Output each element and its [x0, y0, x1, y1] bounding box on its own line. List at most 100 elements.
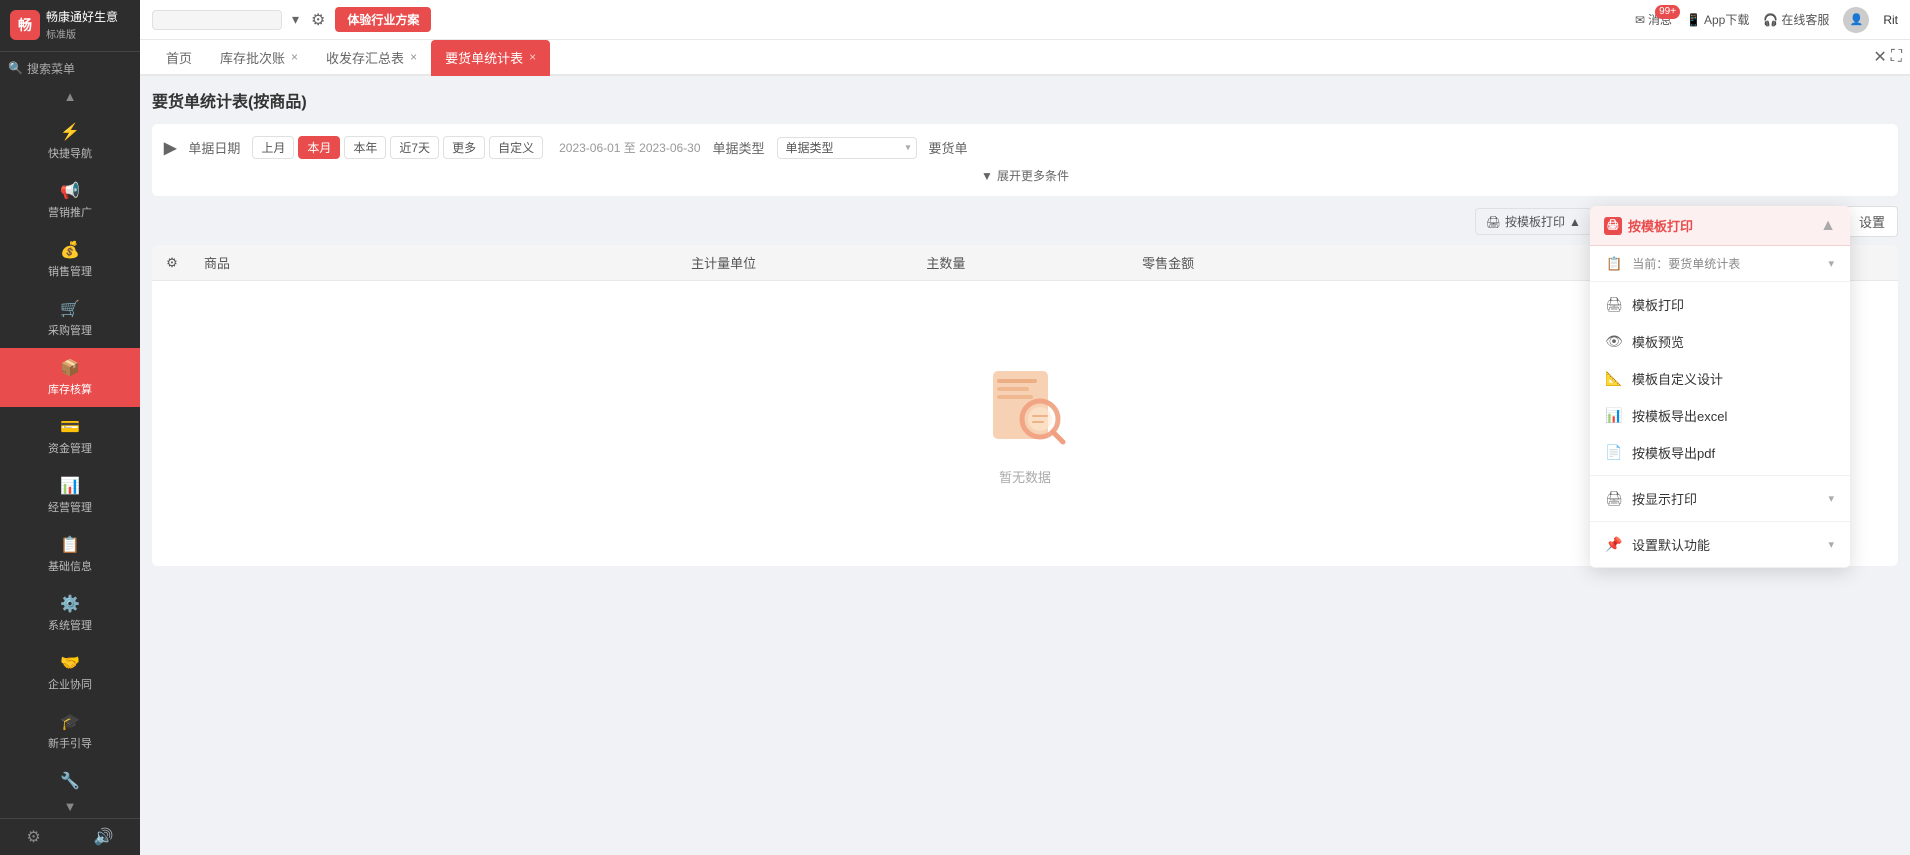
- tab-inventory-batch-close[interactable]: ×: [291, 50, 298, 64]
- app-download-btn[interactable]: 📱 App下载: [1686, 11, 1749, 28]
- setting-btn[interactable]: 设置: [1846, 206, 1898, 237]
- download-icon: 📱: [1686, 13, 1701, 27]
- sidebar-item-label: 采购管理: [48, 322, 92, 338]
- avatar-icon: 👤: [1849, 13, 1863, 26]
- sidebar-item-apps[interactable]: 🔧 应用中心: [0, 761, 140, 795]
- dropdown-section-items: 🖨 模板打印 👁 模板预览 📐 模板自定义设计 📊 按模板导出excel 📄: [1590, 282, 1850, 476]
- custom-btn[interactable]: 自定义: [489, 136, 543, 159]
- col-unit: 主计量单位: [613, 253, 835, 272]
- finance-icon: 💳: [60, 417, 80, 437]
- tab-collection-summary[interactable]: 收发存汇总表 ×: [312, 40, 431, 77]
- tab-inventory-batch[interactable]: 库存批次账 ×: [206, 40, 312, 77]
- dropdown-item-template-design[interactable]: 📐 模板自定义设计: [1590, 360, 1850, 397]
- dropdown-close-btn[interactable]: ▲: [1820, 217, 1836, 235]
- sidebar-item-sales[interactable]: 💰 销售管理: [0, 230, 140, 289]
- sidebar-volume-btn[interactable]: 🔊: [94, 827, 114, 847]
- print-header-icon: 🖨: [1607, 220, 1620, 231]
- template-print-label: 模板打印: [1632, 295, 1834, 314]
- dropdown-current-label: 当前：要货单统计表: [1632, 255, 1818, 272]
- system-icon: ⚙️: [60, 594, 80, 614]
- sidebar-logo: 畅 畅康通好生意 标准版: [0, 0, 140, 52]
- dropdown-item-template-preview[interactable]: 👁 模板预览: [1590, 323, 1850, 360]
- page-title: 要货单统计表(按商品): [152, 88, 1898, 112]
- sidebar-item-label: 营销推广: [48, 204, 92, 220]
- message-icon: ✉: [1635, 13, 1645, 27]
- industry-btn[interactable]: 体验行业方案: [335, 7, 431, 32]
- dropdown-header-left: 🖨 按模板打印: [1604, 216, 1693, 235]
- dropdown-item-default-func[interactable]: 📌 设置默认功能 ▾: [1590, 526, 1850, 563]
- sidebar-settings-btn[interactable]: ⚙: [26, 827, 40, 847]
- chevron-down-icon: ▼: [981, 169, 993, 183]
- apps-icon: 🔧: [60, 771, 80, 791]
- sidebar-item-quick-nav[interactable]: ⚡ 快捷导航: [0, 112, 140, 171]
- last7days-btn[interactable]: 近7天: [390, 136, 439, 159]
- type-select[interactable]: 单据类型: [777, 137, 917, 159]
- more-btn[interactable]: 更多: [443, 136, 485, 159]
- dropdown-item-template-print[interactable]: 🖨 模板打印: [1590, 286, 1850, 323]
- messages-btn[interactable]: ✉ 消息 99+: [1635, 11, 1672, 28]
- user-name: Rit: [1883, 13, 1898, 27]
- dropdown-item-template-excel[interactable]: 📊 按模板导出excel: [1590, 397, 1850, 434]
- tab-home-label: 首页: [166, 48, 192, 67]
- tab-collection-summary-close[interactable]: ×: [410, 50, 417, 64]
- tab-bar: 首页 库存批次账 × 收发存汇总表 × 要货单统计表 × ✕ ⛶: [140, 40, 1910, 76]
- current-year-btn[interactable]: 本年: [344, 136, 386, 159]
- sidebar-item-purchase[interactable]: 🛒 采购管理: [0, 289, 140, 348]
- sidebar-item-enterprise[interactable]: 🤝 企业协同: [0, 643, 140, 702]
- sidebar-item-inventory[interactable]: 📦 库存核算: [0, 348, 140, 407]
- sidebar-item-system[interactable]: ⚙️ 系统管理: [0, 584, 140, 643]
- date-btn-group: 上月 本月 本年 近7天 更多 自定义: [252, 136, 543, 159]
- sidebar-item-operations[interactable]: 📊 经营管理: [0, 466, 140, 525]
- dropdown-item-template-pdf[interactable]: 📄 按模板导出pdf: [1590, 434, 1850, 471]
- default-func-arrow: ▾: [1828, 538, 1834, 551]
- filter-expand-btn[interactable]: ▶: [164, 138, 176, 158]
- avatar[interactable]: 👤: [1843, 7, 1869, 33]
- expand-more-btn[interactable]: ▼ 展开更多条件: [981, 167, 1069, 184]
- tab-order-stats-close[interactable]: ×: [529, 50, 536, 64]
- default-func-icon: 📌: [1606, 537, 1622, 553]
- online-service-btn[interactable]: 🎧 在线客服: [1763, 11, 1829, 28]
- operations-icon: 📊: [60, 476, 80, 496]
- sidebar-item-marketing[interactable]: 📢 营销推广: [0, 171, 140, 230]
- sidebar-search[interactable]: 🔍 搜索菜单: [0, 52, 140, 85]
- order-filter-label: 要货单: [929, 138, 968, 157]
- sidebar-item-basic[interactable]: 📋 基础信息: [0, 525, 140, 584]
- main-area: ▾ ⚙ 体验行业方案 ✉ 消息 99+ 📱 App下载 🎧 在线客服 👤 Rit: [140, 0, 1910, 855]
- col-qty: 主数量: [835, 253, 1057, 272]
- sidebar-bottom: ⚙ 🔊: [0, 818, 140, 855]
- empty-text: 暂无数据: [999, 467, 1051, 486]
- template-print-icon: 🖨: [1606, 297, 1622, 313]
- tab-home[interactable]: 首页: [152, 40, 206, 77]
- breadcrumb-dropdown-btn[interactable]: ▾: [290, 9, 301, 30]
- tab-order-stats-label: 要货单统计表: [445, 48, 523, 67]
- dropdown-current-arrow: ▾: [1828, 257, 1834, 270]
- sidebar-item-label: 经营管理: [48, 499, 92, 515]
- quick-nav-icon: ⚡: [60, 122, 80, 142]
- print-btn[interactable]: 🖨 按模板打印 ▲: [1475, 208, 1592, 235]
- sidebar-item-beginner[interactable]: 🎓 新手引导: [0, 702, 140, 761]
- nav-scroll-up[interactable]: ▲: [0, 85, 140, 108]
- service-icon: 🎧: [1763, 13, 1778, 27]
- filter-row-main: ▶ 单据日期 上月 本月 本年 近7天 更多 自定义 2023-06-01 至 …: [164, 136, 1886, 159]
- breadcrumb-input[interactable]: [152, 10, 282, 30]
- sidebar-nav: ⚡ 快捷导航 📢 营销推广 💰 销售管理 🛒 采购管理 📦 库存核算 💳 资金管…: [0, 108, 140, 795]
- current-icon: 📋: [1606, 256, 1622, 272]
- sidebar-item-finance[interactable]: 💳 资金管理: [0, 407, 140, 466]
- printer-icon: 🖨: [1486, 215, 1501, 229]
- nav-scroll-down[interactable]: ▼: [0, 795, 140, 818]
- dropdown-title: 按模板打印: [1628, 216, 1693, 235]
- sidebar-item-label: 企业协同: [48, 676, 92, 692]
- tab-order-stats[interactable]: 要货单统计表 ×: [431, 40, 550, 77]
- dropdown-current[interactable]: 📋 当前：要货单统计表 ▾: [1590, 246, 1850, 282]
- col-amount: 零售金额: [1057, 253, 1279, 272]
- prev-month-btn[interactable]: 上月: [252, 136, 294, 159]
- print-dropdown: 🖨 按模板打印 ▲ 📋 当前：要货单统计表 ▾ 🖨 模板打印 👁 模板预览: [1590, 206, 1850, 568]
- header-gear-btn[interactable]: ⚙: [309, 8, 327, 32]
- dropdown-item-display-print[interactable]: 🖨 按显示打印 ▾: [1590, 480, 1850, 517]
- tab-close-all-btn[interactable]: ✕: [1873, 47, 1886, 67]
- col-gear[interactable]: ⚙: [152, 255, 192, 271]
- current-month-btn[interactable]: 本月: [298, 136, 340, 159]
- tab-expand-btn[interactable]: ⛶: [1891, 48, 1902, 66]
- template-design-label: 模板自定义设计: [1632, 369, 1834, 388]
- inventory-icon: 📦: [60, 358, 80, 378]
